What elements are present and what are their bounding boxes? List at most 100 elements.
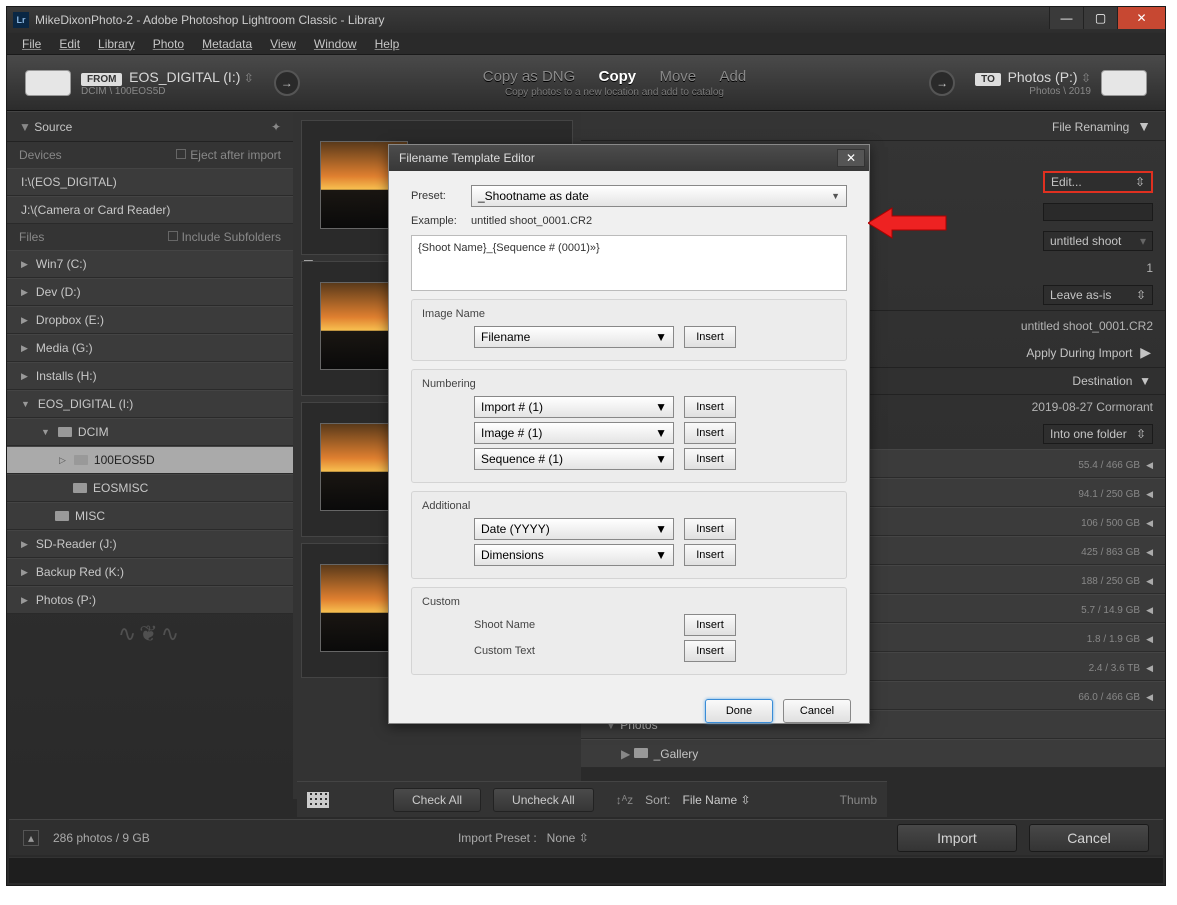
grid-toolbar: Check All Uncheck All ↕ᴬz Sort: File Nam… <box>297 781 887 817</box>
import-preset-label: Import Preset : <box>458 831 537 845</box>
drive-item[interactable]: ▶Dropbox (E:) <box>7 306 293 334</box>
drive-icon <box>1101 70 1147 96</box>
maximize-button[interactable]: ▢ <box>1083 7 1117 29</box>
titlebar: Lr MikeDixonPhoto-2 - Adobe Photoshop Li… <box>7 7 1165 33</box>
subfolder-name[interactable]: 2019-08-27 Cormorant <box>1032 400 1153 414</box>
organize-dropdown[interactable]: Into one folder⇳ <box>1043 424 1153 444</box>
folder-icon <box>73 483 87 493</box>
menu-metadata[interactable]: Metadata <box>193 37 261 51</box>
device-item[interactable]: I:\(EOS_DIGITAL) <box>7 168 293 196</box>
to-path[interactable]: Photos (P:) <box>1008 69 1078 85</box>
dest-tree-folder[interactable]: _Gallery <box>654 747 699 761</box>
insert-button[interactable]: Insert <box>684 448 736 470</box>
action-move[interactable]: Move <box>649 68 706 85</box>
custom-text-label: Custom Text <box>474 645 674 657</box>
dimensions-dropdown[interactable]: Dimensions▼ <box>474 544 674 566</box>
eject-label: Eject after import <box>190 148 281 162</box>
insert-button[interactable]: Insert <box>684 396 736 418</box>
arrow-right-icon-2[interactable]: → <box>929 70 955 96</box>
menu-file[interactable]: File <box>13 37 50 51</box>
drive-item[interactable]: ▶Win7 (C:) <box>7 250 293 278</box>
menu-library[interactable]: Library <box>89 37 144 51</box>
grid-view-icon[interactable] <box>307 792 329 808</box>
drive-item[interactable]: ▶Photos (P:) <box>7 586 293 614</box>
file-renaming-title[interactable]: File Renaming ▼ <box>581 112 1165 141</box>
source-title[interactable]: Source <box>34 120 72 134</box>
dialog-title: Filename Template Editor <box>399 151 535 165</box>
app-icon: Lr <box>13 12 29 28</box>
numbering-group: Numbering <box>422 378 836 390</box>
files-header: Files <box>19 230 44 244</box>
insert-button[interactable]: Insert <box>684 640 736 662</box>
image-name-group: Image Name <box>422 308 836 320</box>
from-path[interactable]: EOS_DIGITAL (I:) <box>129 69 240 85</box>
eject-checkbox[interactable] <box>176 149 186 159</box>
cancel-button[interactable]: Cancel <box>783 699 851 723</box>
insert-button[interactable]: Insert <box>684 326 736 348</box>
folder-item[interactable]: MISC <box>7 502 293 530</box>
start-number-value[interactable]: 1 <box>1146 261 1153 275</box>
menu-photo[interactable]: Photo <box>144 37 193 51</box>
menu-edit[interactable]: Edit <box>50 37 89 51</box>
additional-group: Additional <box>422 500 836 512</box>
device-item[interactable]: J:\(Camera or Card Reader) <box>7 196 293 224</box>
destination-title[interactable]: Destination <box>1072 374 1132 388</box>
insert-button[interactable]: Insert <box>684 518 736 540</box>
insert-button[interactable]: Insert <box>684 422 736 444</box>
add-source-icon[interactable]: ✦ <box>271 120 281 134</box>
insert-button[interactable]: Insert <box>684 614 736 636</box>
import-preset-dropdown[interactable]: None ⇳ <box>547 831 589 845</box>
date-dropdown[interactable]: Date (YYYY)▼ <box>474 518 674 540</box>
import-button[interactable]: Import <box>897 824 1017 852</box>
subfolders-checkbox[interactable] <box>168 231 178 241</box>
folder-icon <box>74 455 88 465</box>
thumb-size-label: Thumb <box>840 793 877 807</box>
drive-item[interactable]: ▶Media (G:) <box>7 334 293 362</box>
from-sub: DCIM \ 100EOS5D <box>81 86 254 97</box>
dialog-close-button[interactable]: ✕ <box>837 149 865 167</box>
uncheck-all-button[interactable]: Uncheck All <box>493 788 594 812</box>
template-dropdown[interactable]: Edit...⇳ <box>1043 171 1153 193</box>
folder-icon <box>634 748 648 758</box>
to-badge: TO <box>975 73 1001 86</box>
shoot-name-field[interactable]: untitled shoot▾ <box>1043 231 1153 251</box>
import-number-dropdown[interactable]: Import # (1)▼ <box>474 396 674 418</box>
extensions-dropdown[interactable]: Leave as-is⇳ <box>1043 285 1153 305</box>
drive-item[interactable]: ▶Backup Red (K:) <box>7 558 293 586</box>
expand-filmstrip-icon[interactable]: ▴ <box>23 830 39 846</box>
arrow-right-icon[interactable]: → <box>274 70 300 96</box>
preset-dropdown[interactable]: _Shootname as date▼ <box>471 185 847 207</box>
menu-help[interactable]: Help <box>366 37 409 51</box>
drive-item[interactable]: ▶Installs (H:) <box>7 362 293 390</box>
action-copy-dng[interactable]: Copy as DNG <box>473 68 586 85</box>
folder-item[interactable]: EOSMISC <box>7 474 293 502</box>
close-button[interactable]: ✕ <box>1117 7 1165 29</box>
minimize-button[interactable]: — <box>1049 7 1083 29</box>
check-all-button[interactable]: Check All <box>393 788 481 812</box>
devices-header: Devices <box>19 148 62 162</box>
custom-group: Custom <box>422 596 836 608</box>
sequence-number-dropdown[interactable]: Sequence # (1)▼ <box>474 448 674 470</box>
custom-text-field[interactable] <box>1043 203 1153 221</box>
folder-item[interactable]: ▼DCIM <box>7 418 293 446</box>
menu-view[interactable]: View <box>261 37 305 51</box>
drive-item[interactable]: ▶Dev (D:) <box>7 278 293 306</box>
template-pattern-field[interactable]: {Shoot Name}_{Sequence # (0001)»} <box>411 235 847 291</box>
done-button[interactable]: Done <box>705 699 773 723</box>
filmstrip[interactable] <box>9 857 1163 883</box>
sort-dropdown[interactable]: File Name ⇳ <box>683 793 751 807</box>
example-value: untitled shoot_0001.CR2 <box>471 215 592 227</box>
import-header: FROM EOS_DIGITAL (I:) ⇳ DCIM \ 100EOS5D … <box>7 55 1165 111</box>
shoot-name-label: Shoot Name <box>474 619 674 631</box>
cancel-import-button[interactable]: Cancel <box>1029 824 1149 852</box>
filename-dropdown[interactable]: Filename▼ <box>474 326 674 348</box>
sort-order-icon[interactable]: ↕ᴬz <box>616 793 633 807</box>
folder-item-selected[interactable]: ▷100EOS5D <box>7 446 293 474</box>
insert-button[interactable]: Insert <box>684 544 736 566</box>
image-number-dropdown[interactable]: Image # (1)▼ <box>474 422 674 444</box>
drive-item[interactable]: ▶SD-Reader (J:) <box>7 530 293 558</box>
action-add[interactable]: Add <box>710 68 757 85</box>
drive-item[interactable]: ▼EOS_DIGITAL (I:) <box>7 390 293 418</box>
menu-window[interactable]: Window <box>305 37 366 51</box>
action-copy[interactable]: Copy <box>589 68 647 85</box>
